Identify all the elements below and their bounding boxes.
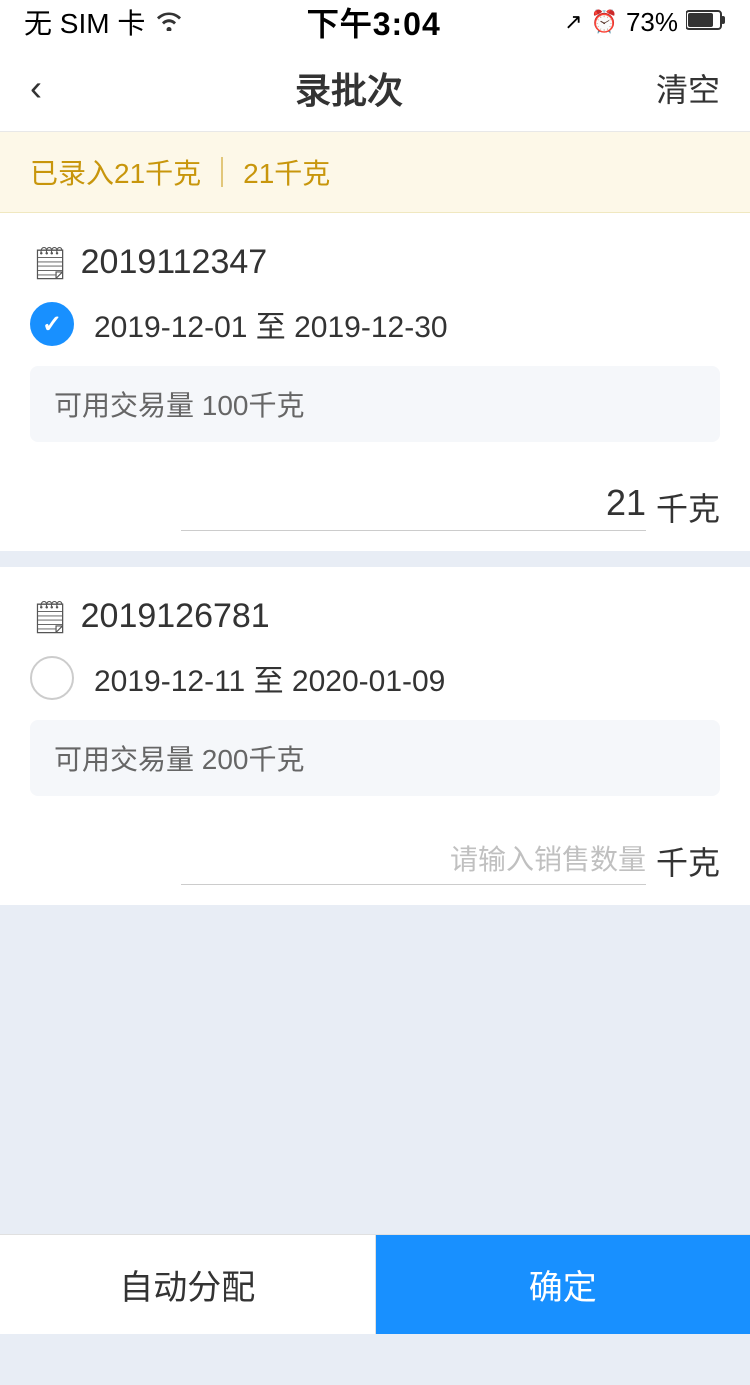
batch-number-2: 2019126781 <box>81 597 270 636</box>
batch-header-1: 🗒 2019112347 <box>0 213 750 292</box>
total-label: 21千克 <box>243 152 330 192</box>
section-separator-1 <box>0 551 750 567</box>
batch-number-1: 2019112347 <box>81 243 268 282</box>
batch-header-2: 🗒 2019126781 <box>0 567 750 646</box>
unit-label-1: 千克 <box>656 484 720 530</box>
doc-icon-2: 🗒 <box>30 598 71 636</box>
clear-button[interactable]: 清空 <box>656 65 720 111</box>
batch-available-qty-1: 可用交易量 100千克 <box>30 366 720 442</box>
quantity-input-1[interactable] <box>181 482 646 531</box>
batch-input-row-2: 千克 <box>0 816 750 905</box>
status-time: 下午3:04 <box>307 0 441 45</box>
unit-label-2: 千克 <box>656 838 720 884</box>
bottom-actions: 自动分配 确定 <box>0 1234 750 1334</box>
nav-bar: ‹ 录批次 清空 <box>0 44 750 132</box>
battery-icon <box>686 7 726 38</box>
auto-distribute-button[interactable]: 自动分配 <box>0 1235 376 1334</box>
batch-checkbox-1[interactable] <box>30 302 74 346</box>
batch-checkbox-2[interactable] <box>30 656 74 700</box>
batch-card-2: 🗒 2019126781 2019-12-11 至 2020-01-09 可用交… <box>0 567 750 905</box>
doc-icon-1: 🗒 <box>30 244 71 282</box>
wifi-icon <box>155 6 183 38</box>
recorded-label: 已录入21千克 <box>30 152 201 192</box>
carrier-text: 无 SIM 卡 <box>24 2 145 42</box>
quantity-input-2[interactable] <box>181 836 646 885</box>
info-banner: 已录入21千克 21千克 <box>0 132 750 213</box>
page-content: 🗒 2019112347 2019-12-01 至 2019-12-30 可用交… <box>0 213 750 1385</box>
page-title: 录批次 <box>295 62 403 114</box>
batch-date-row-2: 2019-12-11 至 2020-01-09 <box>0 646 750 710</box>
alarm-icon: ⏰ <box>591 9 618 35</box>
status-bar: 无 SIM 卡 下午3:04 ↗ ⏰ 73% <box>0 0 750 44</box>
location-icon: ↗ <box>564 9 582 35</box>
batch-date-row-1: 2019-12-01 至 2019-12-30 <box>0 292 750 356</box>
battery-text: 73% <box>626 7 678 38</box>
batch-input-row-1: 千克 <box>0 462 750 551</box>
back-button[interactable]: ‹ <box>30 67 42 109</box>
status-left: 无 SIM 卡 <box>24 2 183 42</box>
batch-date-1: 2019-12-01 至 2019-12-30 <box>94 302 448 346</box>
batch-date-2: 2019-12-11 至 2020-01-09 <box>94 656 445 700</box>
status-right: ↗ ⏰ 73% <box>564 7 726 38</box>
batch-card-1: 🗒 2019112347 2019-12-01 至 2019-12-30 可用交… <box>0 213 750 551</box>
confirm-button[interactable]: 确定 <box>376 1235 750 1334</box>
batch-available-qty-2: 可用交易量 200千克 <box>30 720 720 796</box>
banner-divider <box>221 157 223 187</box>
